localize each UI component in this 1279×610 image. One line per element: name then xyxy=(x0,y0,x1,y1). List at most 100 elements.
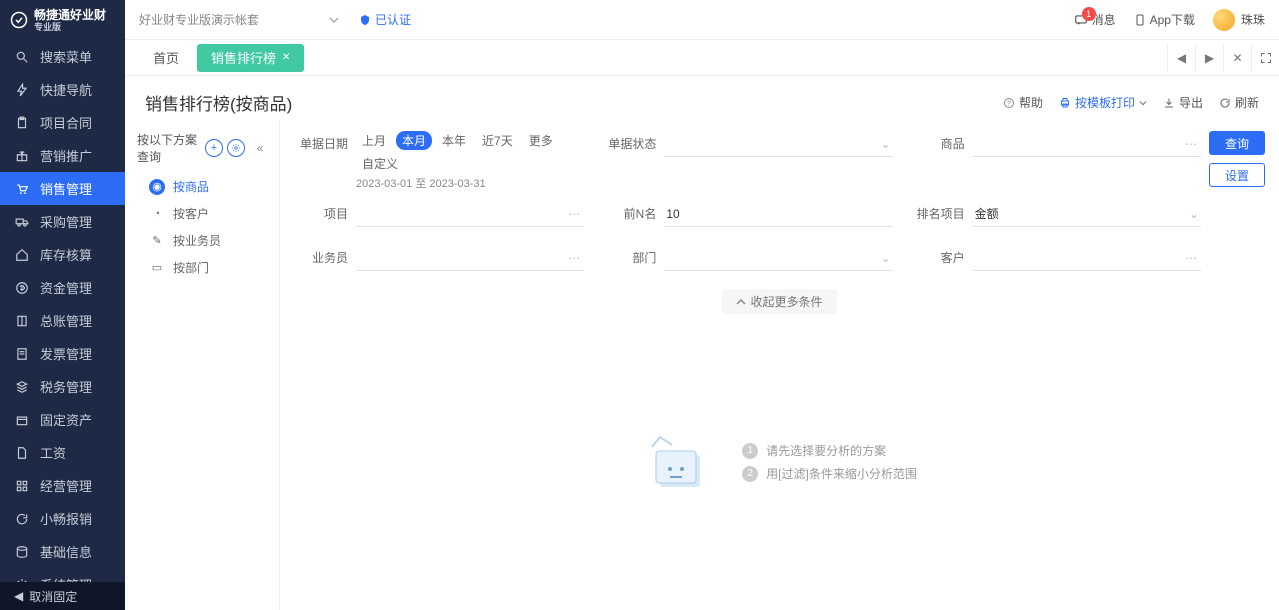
sidebar-item-13[interactable]: 经营管理 xyxy=(0,469,125,502)
customer-picker[interactable]: ⋯ xyxy=(973,245,1201,271)
product-input[interactable] xyxy=(975,137,1183,151)
scheme-item-0[interactable]: ◉按商品 xyxy=(125,173,279,200)
customer-input[interactable] xyxy=(975,251,1183,265)
refresh-label: 刷新 xyxy=(1235,94,1259,111)
chevron-down-icon: ⌄ xyxy=(1189,207,1199,221)
ellipsis-icon[interactable]: ⋯ xyxy=(1183,251,1199,265)
brand-edition: 专业版 xyxy=(34,23,106,32)
sidebar-item-label: 小畅报销 xyxy=(40,509,92,528)
sidebar-item-label: 税务管理 xyxy=(40,377,92,396)
product-picker[interactable]: ⋯ xyxy=(973,131,1201,157)
sidebar-item-2[interactable]: 项目合同 xyxy=(0,106,125,139)
collapse-filters-button[interactable]: 收起更多条件 xyxy=(722,289,836,314)
scheme-add-button[interactable]: + xyxy=(205,139,223,157)
ellipsis-icon[interactable]: ⋯ xyxy=(566,251,582,265)
scheme-item-3[interactable]: ▭按部门 xyxy=(125,254,279,281)
date-range-text: 2023-03-01 至 2023-03-31 xyxy=(356,175,584,191)
org-name: 好业财专业版演示帐套 xyxy=(139,11,259,28)
org-selector[interactable]: 好业财专业版演示帐套 xyxy=(139,11,339,28)
chevron-down-icon xyxy=(329,15,339,25)
scheme-settings-button[interactable] xyxy=(227,139,245,157)
app-download-button[interactable]: App下载 xyxy=(1134,11,1195,28)
dept-select[interactable]: ⌄ xyxy=(664,245,892,271)
sidebar-item-6[interactable]: 库存核算 xyxy=(0,238,125,271)
topn-input[interactable] xyxy=(666,207,890,221)
sidebar-item-9[interactable]: 发票管理 xyxy=(0,337,125,370)
rankby-select[interactable]: ⌄ xyxy=(973,201,1201,227)
chevron-down-icon: ⌄ xyxy=(881,137,891,151)
filter-dept-label: 部门 xyxy=(602,245,656,266)
status-select[interactable]: ⌄ xyxy=(664,131,892,157)
sidebar-item-10[interactable]: 税务管理 xyxy=(0,370,125,403)
user-name: 珠珠 xyxy=(1241,11,1265,28)
avatar xyxy=(1213,9,1235,31)
settings-button[interactable]: 设置 xyxy=(1209,163,1265,187)
status-input[interactable] xyxy=(666,137,880,151)
date-tab-1[interactable]: 本月 xyxy=(396,131,432,150)
sidebar-item-label: 采购管理 xyxy=(40,212,92,231)
ellipsis-icon[interactable]: ⋯ xyxy=(1183,137,1199,151)
sidebar-item-14[interactable]: 小畅报销 xyxy=(0,502,125,535)
sidebar-item-1[interactable]: 快捷导航 xyxy=(0,73,125,106)
page-title: 销售排行榜(按商品) xyxy=(145,90,292,115)
query-button[interactable]: 查询 xyxy=(1209,131,1265,155)
sidebar-footer-unpin[interactable]: ◀ 取消固定 xyxy=(0,582,125,610)
sidebar-item-15[interactable]: 基础信息 xyxy=(0,535,125,568)
sidebar-item-12[interactable]: 工资 xyxy=(0,436,125,469)
salesman-input[interactable] xyxy=(358,251,566,265)
empty-state: 1请先选择要分析的方案 2用[过滤]条件来缩小分析范围 xyxy=(294,314,1265,610)
messages-button[interactable]: 消息 1 xyxy=(1074,11,1116,28)
dept-input[interactable] xyxy=(666,251,880,265)
export-button[interactable]: 导出 xyxy=(1163,94,1203,111)
date-tab-2[interactable]: 本年 xyxy=(436,131,472,150)
db-icon xyxy=(14,544,30,560)
tab-next-button[interactable]: ▶ xyxy=(1195,44,1223,72)
scheme-item-2[interactable]: ✎按业务员 xyxy=(125,227,279,254)
date-tab-3[interactable]: 近7天 xyxy=(476,131,519,150)
sidebar-item-3[interactable]: 营销推广 xyxy=(0,139,125,172)
date-tab-0[interactable]: 上月 xyxy=(356,131,392,150)
close-icon[interactable]: ✕ xyxy=(282,52,290,63)
tab-1[interactable]: 销售排行榜✕ xyxy=(197,44,304,72)
sidebar-item-16[interactable]: 系统管理 xyxy=(0,568,125,582)
rankby-input[interactable] xyxy=(975,207,1189,221)
truck-icon xyxy=(14,214,30,230)
sidebar: 畅捷通好业财 专业版 搜索菜单快捷导航项目合同营销推广销售管理采购管理库存核算资… xyxy=(0,0,125,610)
filter-dept: 部门 ⌄ xyxy=(602,245,892,279)
brand-icon xyxy=(10,11,28,29)
refresh-button[interactable]: 刷新 xyxy=(1219,94,1259,111)
tab-prev-button[interactable]: ◀ xyxy=(1167,44,1195,72)
salesman-picker[interactable]: ⋯ xyxy=(356,245,584,271)
scheme-item-1[interactable]: ◔按客户 xyxy=(125,200,279,227)
box-icon xyxy=(14,412,30,428)
sidebar-item-11[interactable]: 固定资产 xyxy=(0,403,125,436)
user-menu[interactable]: 珠珠 xyxy=(1213,9,1265,31)
tab-close-button[interactable]: ✕ xyxy=(1223,44,1251,72)
tab-0[interactable]: 首页 xyxy=(139,44,193,72)
mobile-icon xyxy=(1134,13,1146,27)
chevron-down-icon: ⌄ xyxy=(881,251,891,265)
help-button[interactable]: ? 帮助 xyxy=(1003,94,1043,111)
sidebar-item-5[interactable]: 采购管理 xyxy=(0,205,125,238)
fullscreen-button[interactable] xyxy=(1251,44,1279,72)
export-icon xyxy=(1163,97,1175,109)
ellipsis-icon[interactable]: ⋯ xyxy=(566,207,582,221)
sidebar-item-label: 资金管理 xyxy=(40,278,92,297)
scheme-collapse-button[interactable]: « xyxy=(253,141,267,155)
sidebar-item-0[interactable]: 搜索菜单 xyxy=(0,40,125,73)
date-tab-4[interactable]: 更多 xyxy=(523,131,559,150)
sidebar-item-7[interactable]: 资金管理 xyxy=(0,271,125,304)
date-tab-5[interactable]: 自定义 xyxy=(356,154,404,173)
scheme-item-label: 按部门 xyxy=(173,259,209,276)
project-input[interactable] xyxy=(358,207,566,221)
step-1-badge: 1 xyxy=(742,443,758,459)
topn-input-wrap[interactable] xyxy=(664,201,892,227)
project-picker[interactable]: ⋯ xyxy=(356,201,584,227)
chevron-up-icon xyxy=(736,297,746,307)
print-dropdown[interactable]: 按模板打印 xyxy=(1059,94,1147,111)
sidebar-item-8[interactable]: 总账管理 xyxy=(0,304,125,337)
filter-date-label: 单据日期 xyxy=(294,131,348,152)
print-label: 按模板打印 xyxy=(1075,94,1135,111)
step-2-badge: 2 xyxy=(742,466,758,482)
sidebar-item-4[interactable]: 销售管理 xyxy=(0,172,125,205)
